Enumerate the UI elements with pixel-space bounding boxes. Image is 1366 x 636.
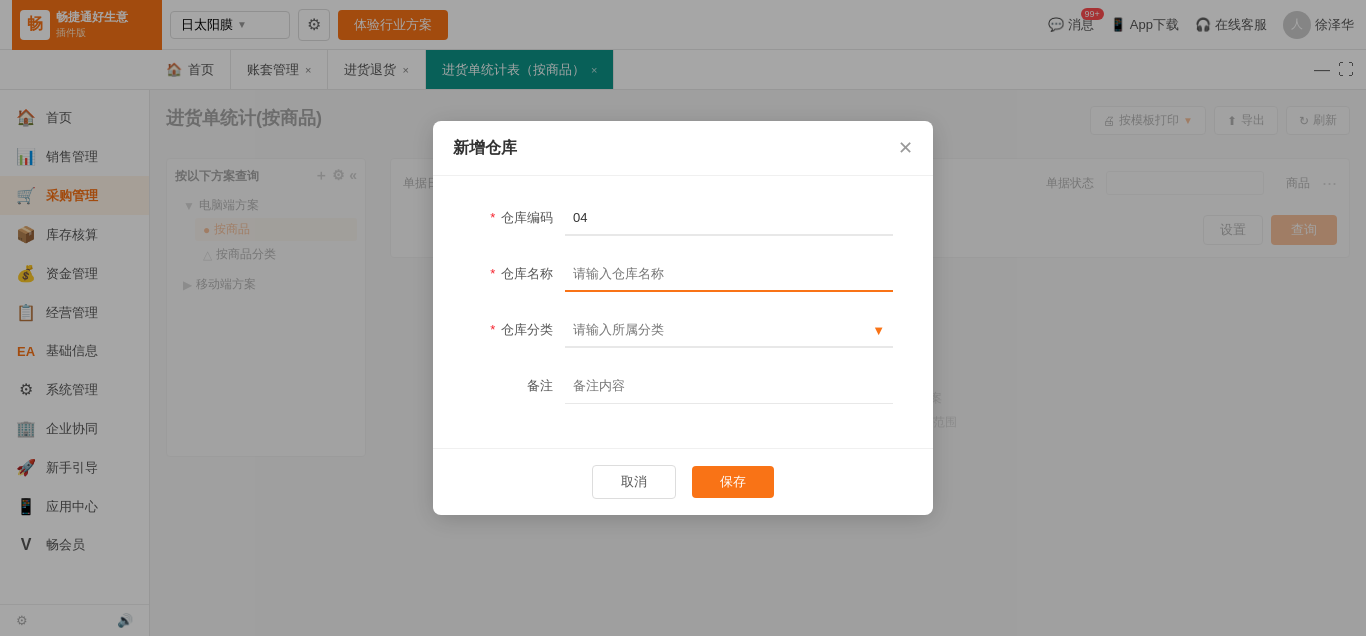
- required-star-name: *: [490, 266, 495, 281]
- save-button[interactable]: 保存: [692, 466, 774, 498]
- warehouse-name-label: * 仓库名称: [473, 265, 553, 283]
- warehouse-category-row: * 仓库分类 ▼: [473, 312, 893, 348]
- warehouse-note-row: 备注: [473, 368, 893, 404]
- warehouse-note-input[interactable]: [565, 368, 893, 404]
- add-warehouse-modal: 新增仓库 ✕ * 仓库编码 * 仓库名称: [433, 121, 933, 515]
- warehouse-name-input[interactable]: [565, 256, 893, 292]
- warehouse-category-input[interactable]: [565, 312, 893, 348]
- modal-backdrop: 新增仓库 ✕ * 仓库编码 * 仓库名称: [0, 0, 1366, 636]
- modal-header: 新增仓库 ✕: [433, 121, 933, 176]
- warehouse-code-row: * 仓库编码: [473, 200, 893, 236]
- warehouse-note-label: 备注: [473, 377, 553, 395]
- warehouse-name-row: * 仓库名称: [473, 256, 893, 292]
- cancel-button[interactable]: 取消: [592, 465, 676, 499]
- modal-footer: 取消 保存: [433, 448, 933, 515]
- warehouse-category-label: * 仓库分类: [473, 321, 553, 339]
- required-star-category: *: [490, 322, 495, 337]
- warehouse-category-wrapper: ▼: [565, 312, 893, 348]
- modal-body: * 仓库编码 * 仓库名称 * 仓库分类: [433, 176, 933, 448]
- modal-close-button[interactable]: ✕: [898, 137, 913, 159]
- required-star-code: *: [490, 210, 495, 225]
- warehouse-code-label: * 仓库编码: [473, 209, 553, 227]
- modal-title: 新增仓库: [453, 138, 517, 159]
- warehouse-code-input[interactable]: [565, 200, 893, 236]
